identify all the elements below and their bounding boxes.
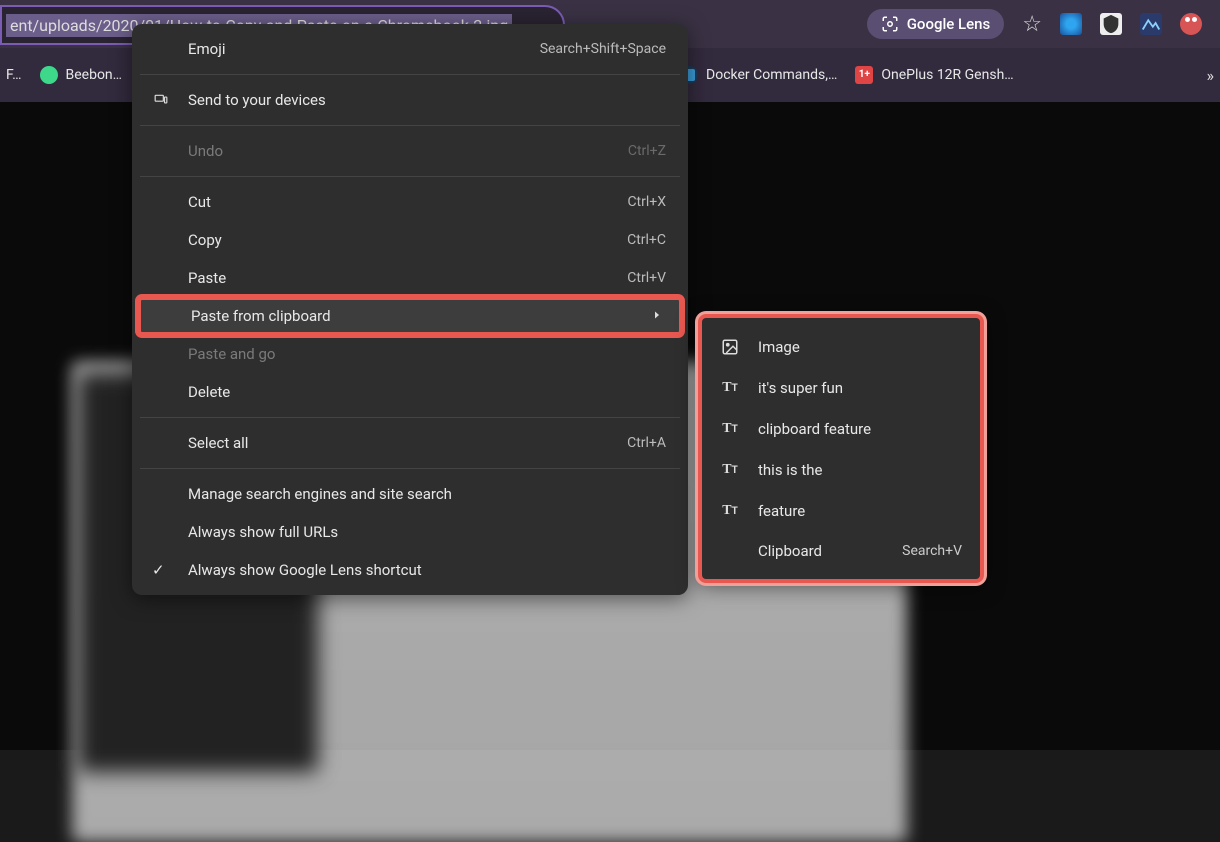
menu-paste-and-go: Paste and go bbox=[132, 335, 688, 373]
menu-show-full-urls[interactable]: Always show full URLs bbox=[132, 513, 688, 551]
bookmark-star-icon[interactable]: ☆ bbox=[1022, 12, 1042, 37]
context-menu: Emoji Search+Shift+Space Send to your de… bbox=[132, 24, 688, 595]
menu-divider bbox=[140, 176, 680, 177]
clipboard-item-text[interactable]: TT this is the bbox=[702, 449, 980, 490]
menu-cut[interactable]: Cut Ctrl+X bbox=[132, 183, 688, 221]
menu-divider bbox=[140, 125, 680, 126]
check-icon: ✓ bbox=[152, 561, 165, 579]
lens-label: Google Lens bbox=[907, 15, 991, 33]
extension-icon-3[interactable] bbox=[1140, 13, 1162, 35]
clipboard-submenu: Image TT it's super fun TT clipboard fea… bbox=[698, 314, 984, 583]
bookmark-item[interactable]: Beebon… bbox=[40, 66, 123, 84]
menu-divider bbox=[140, 417, 680, 418]
text-icon: TT bbox=[720, 419, 740, 439]
text-icon: TT bbox=[720, 460, 740, 480]
menu-undo: Undo Ctrl+Z bbox=[132, 132, 688, 170]
menu-delete[interactable]: Delete bbox=[132, 373, 688, 411]
clipboard-item-text[interactable]: TT clipboard feature bbox=[702, 408, 980, 449]
menu-manage-search[interactable]: Manage search engines and site search bbox=[132, 475, 688, 513]
menu-emoji[interactable]: Emoji Search+Shift+Space bbox=[132, 30, 688, 68]
text-icon: TT bbox=[720, 378, 740, 398]
devices-icon bbox=[152, 91, 170, 109]
bookmark-item[interactable]: F… bbox=[6, 67, 22, 83]
clipboard-footer[interactable]: Clipboard Search+V bbox=[702, 531, 980, 571]
menu-paste-from-clipboard[interactable]: Paste from clipboard bbox=[138, 297, 682, 335]
extension-icon-4[interactable] bbox=[1180, 13, 1202, 35]
menu-divider bbox=[140, 468, 680, 469]
chevron-right-icon bbox=[651, 307, 663, 325]
lens-icon bbox=[881, 15, 899, 33]
bookmarks-overflow-icon[interactable]: » bbox=[1207, 66, 1215, 85]
clipboard-item-image[interactable]: Image bbox=[702, 326, 980, 367]
toolbar-right: Google Lens ☆ bbox=[867, 9, 1220, 39]
clipboard-item-text[interactable]: TT feature bbox=[702, 490, 980, 531]
bookmark-favicon bbox=[40, 66, 58, 84]
menu-copy[interactable]: Copy Ctrl+C bbox=[132, 221, 688, 259]
clipboard-item-text[interactable]: TT it's super fun bbox=[702, 367, 980, 408]
bookmark-favicon: 1+ bbox=[855, 66, 873, 84]
extension-icon-2[interactable] bbox=[1100, 13, 1122, 35]
menu-show-lens-shortcut[interactable]: ✓ Always show Google Lens shortcut bbox=[132, 551, 688, 589]
image-icon bbox=[720, 337, 740, 357]
bookmark-item[interactable]: Docker Commands,… bbox=[680, 66, 837, 84]
bookmark-item[interactable]: 1+ OnePlus 12R Gensh… bbox=[855, 66, 1013, 84]
text-icon: TT bbox=[720, 501, 740, 521]
extension-icon-1[interactable] bbox=[1060, 13, 1082, 35]
menu-paste[interactable]: Paste Ctrl+V bbox=[132, 259, 688, 297]
google-lens-button[interactable]: Google Lens bbox=[867, 9, 1005, 39]
menu-select-all[interactable]: Select all Ctrl+A bbox=[132, 424, 688, 462]
menu-divider bbox=[140, 74, 680, 75]
menu-send-devices[interactable]: Send to your devices bbox=[132, 81, 688, 119]
